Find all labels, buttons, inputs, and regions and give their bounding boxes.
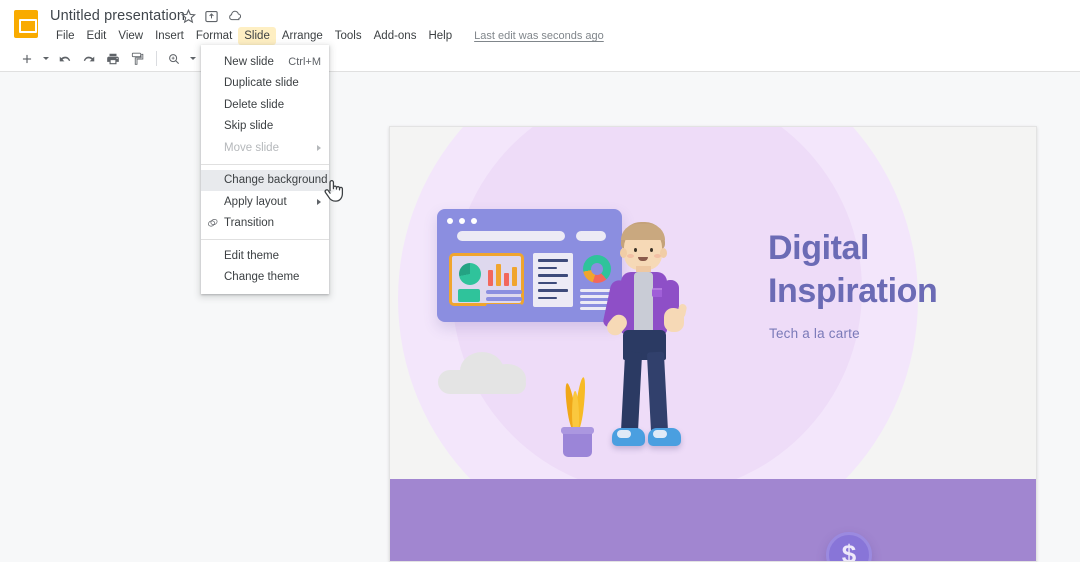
document-title[interactable]: Untitled presentation: [50, 8, 185, 24]
menu-separator: [201, 163, 329, 165]
redo-button[interactable]: [78, 48, 100, 70]
menu-tools[interactable]: Tools: [329, 27, 368, 45]
menu-item-change-theme[interactable]: Change theme: [201, 267, 329, 289]
menu-item-label: New slide: [224, 55, 274, 68]
move-to-folder-icon[interactable]: [204, 9, 219, 24]
menu-item-skip-slide[interactable]: Skip slide: [201, 116, 329, 138]
menu-view[interactable]: View: [112, 27, 149, 45]
cloud-graphic: [438, 352, 530, 394]
transition-icon: [207, 217, 219, 229]
dashboard-panel: [449, 253, 524, 308]
illustration: $: [390, 127, 1036, 562]
toolbar-divider: [156, 51, 157, 66]
slide-title-text[interactable]: Digital Inspiration: [768, 227, 1018, 313]
menu-bar: File Edit View Insert Format Slide Arran…: [50, 27, 604, 45]
green-block-icon: [458, 289, 480, 302]
menu-item-transition[interactable]: Transition: [201, 213, 329, 235]
menu-item-delete-slide[interactable]: Delete slide: [201, 94, 329, 116]
menu-item-label: Edit theme: [224, 249, 279, 262]
cloud-saved-icon[interactable]: [227, 9, 242, 24]
menu-separator-2: [201, 239, 329, 240]
undo-button[interactable]: [54, 48, 76, 70]
new-slide-dropdown-caret-down-icon[interactable]: [40, 48, 52, 70]
zoom-button[interactable]: [163, 48, 185, 70]
submenu-arrow-icon: [317, 198, 321, 205]
menu-item-new-slide[interactable]: New slide Ctrl+M: [201, 51, 329, 73]
menu-help[interactable]: Help: [422, 27, 458, 45]
menu-add-ons[interactable]: Add-ons: [368, 27, 423, 45]
menu-item-label: Skip slide: [224, 120, 274, 133]
menu-item-label: Duplicate slide: [224, 77, 299, 90]
menu-item-duplicate-slide[interactable]: Duplicate slide: [201, 73, 329, 95]
text-column-graphic: [533, 253, 573, 307]
editor-canvas[interactable]: $ Digital Inspiration Tech a la carte: [0, 72, 1080, 562]
title-icon-group: [181, 9, 242, 24]
dollar-coin-icon: $: [826, 532, 872, 562]
pie-chart-icon: [459, 263, 481, 285]
menu-slide[interactable]: Slide: [238, 27, 276, 45]
menu-edit[interactable]: Edit: [81, 27, 113, 45]
menu-item-apply-layout[interactable]: Apply layout: [201, 191, 329, 213]
menu-item-edit-theme[interactable]: Edit theme: [201, 245, 329, 267]
menu-item-label: Apply layout: [224, 195, 287, 208]
menu-item-label: Change theme: [224, 271, 300, 284]
menu-item-label: Change background: [224, 174, 328, 187]
slide-subtitle-text[interactable]: Tech a la carte: [769, 326, 860, 341]
menu-file[interactable]: File: [50, 27, 81, 45]
toolbar: [0, 45, 1080, 72]
menu-item-shortcut: Ctrl+M: [288, 55, 321, 68]
plant-pot: [561, 427, 594, 457]
slides-logo: [14, 10, 38, 38]
character-graphic: [590, 222, 700, 472]
menu-arrange[interactable]: Arrange: [276, 27, 329, 45]
dollar-symbol: $: [841, 539, 857, 562]
app-header: Untitled presentation File Edit View Ins…: [0, 0, 1080, 45]
menu-item-change-background[interactable]: Change background: [201, 169, 329, 191]
bar-chart-icon: [488, 262, 520, 286]
menu-item-label: Transition: [224, 217, 275, 230]
last-edit-status[interactable]: Last edit was seconds ago: [474, 30, 604, 42]
new-slide-button[interactable]: [16, 48, 38, 70]
menu-item-label: Move slide: [224, 141, 279, 154]
paint-format-button[interactable]: [126, 48, 148, 70]
zoom-dropdown-caret-down-icon[interactable]: [187, 48, 199, 70]
menu-format[interactable]: Format: [190, 27, 238, 45]
print-button[interactable]: [102, 48, 124, 70]
menu-item-move-slide: Move slide: [201, 137, 329, 159]
slide-thumbnail-main[interactable]: $ Digital Inspiration Tech a la carte: [389, 126, 1037, 562]
browser-url-bar: [457, 231, 565, 241]
menu-insert[interactable]: Insert: [149, 27, 190, 45]
chart-legend-lines: [486, 290, 522, 311]
browser-dots-icon: [447, 218, 477, 224]
star-icon[interactable]: [181, 9, 196, 24]
submenu-arrow-icon: [317, 144, 321, 151]
menu-item-label: Delete slide: [224, 98, 285, 111]
slide-menu-dropdown[interactable]: New slide Ctrl+M Duplicate slide Delete …: [201, 45, 329, 294]
